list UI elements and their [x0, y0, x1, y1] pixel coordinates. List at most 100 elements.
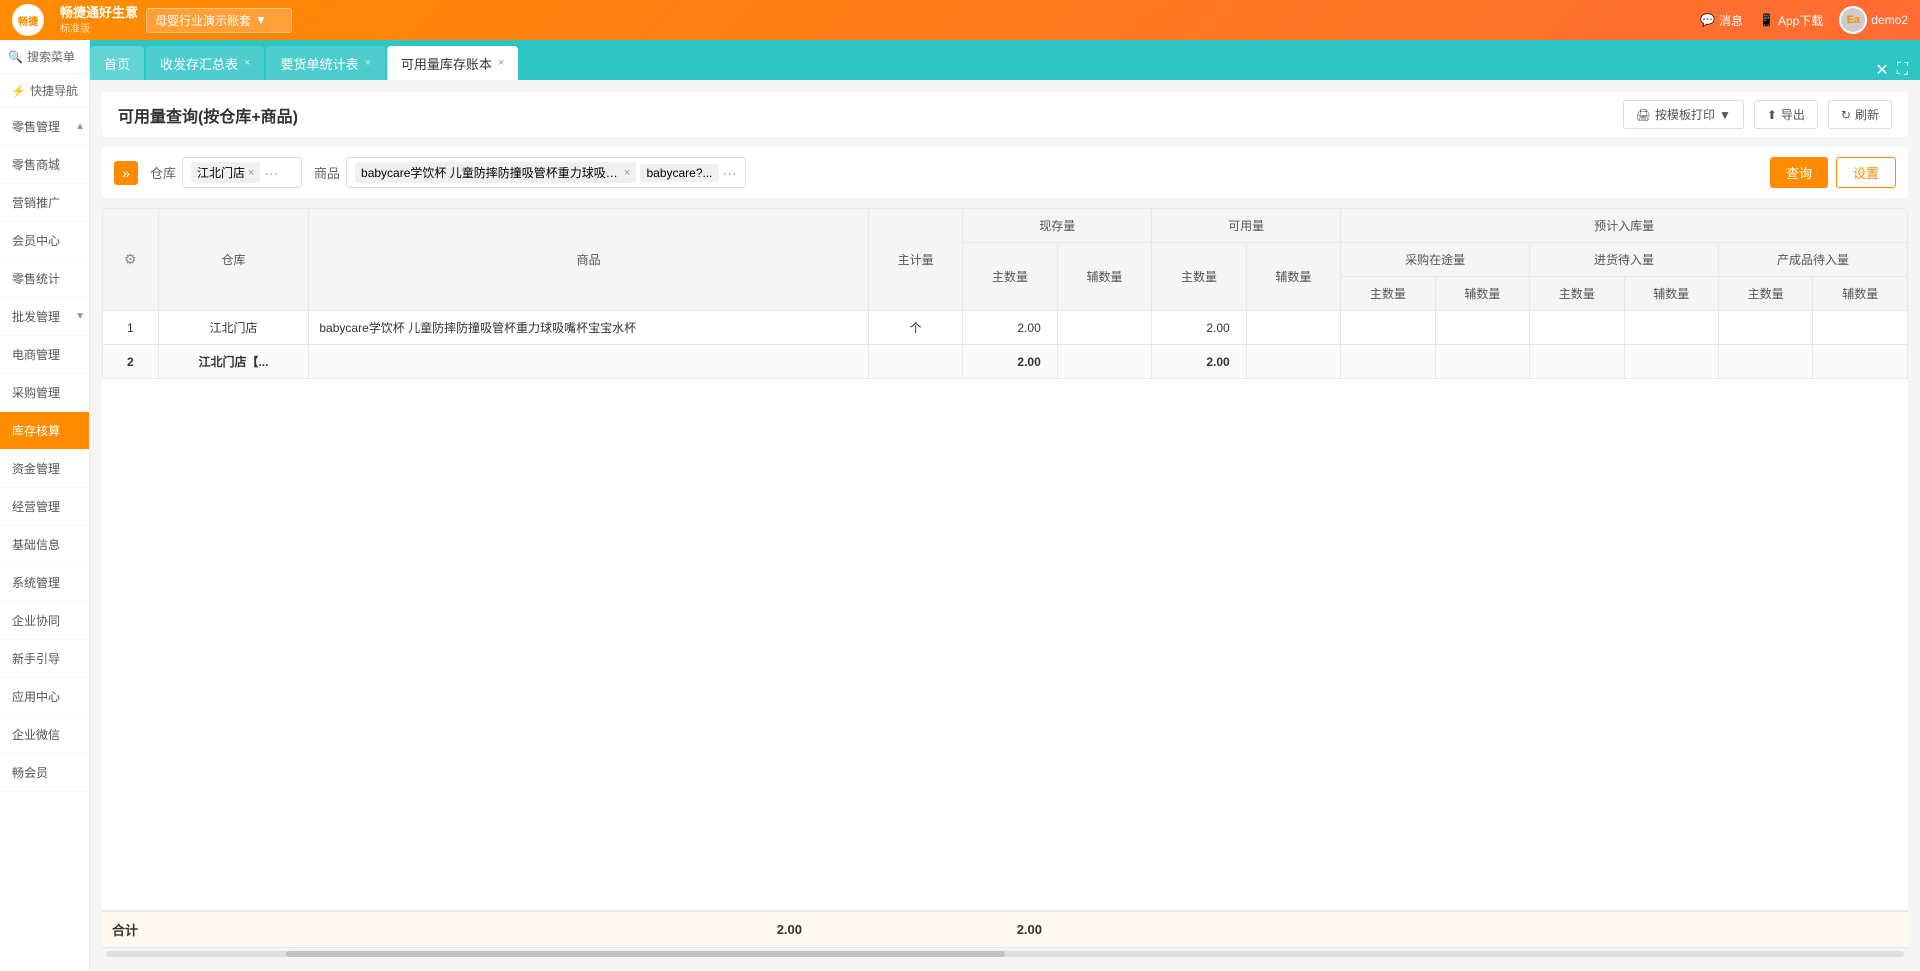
tab-close-all-icon[interactable]: ✕: [1875, 60, 1888, 80]
sidebar-item-ecommerce[interactable]: 电商管理: [0, 336, 89, 374]
th-product: 商品: [309, 209, 869, 311]
cell-incoming-aux: [1624, 311, 1718, 345]
message-icon: 💬: [1700, 13, 1715, 27]
chevron-icon: ▼: [75, 311, 85, 322]
more-icon[interactable]: ···: [723, 165, 737, 181]
printer-icon: 🖨: [1636, 108, 1651, 122]
settings-label: 设置: [1853, 166, 1879, 181]
sidebar-item-app-center[interactable]: 应用中心: [0, 678, 89, 716]
product-remove-icon-1[interactable]: ×: [624, 167, 630, 179]
header-right: 💬 消息 📱 App下载 Ea demo2: [1700, 6, 1908, 34]
sidebar-item-inventory[interactable]: 库存核算: [0, 412, 89, 450]
user-action[interactable]: Ea demo2: [1839, 6, 1908, 34]
sidebar-item-member[interactable]: 会员中心: [0, 222, 89, 260]
warehouse-remove-icon[interactable]: ×: [248, 167, 254, 179]
sidebar-item-retail-stats[interactable]: 零售统计: [0, 260, 89, 298]
logo-texts: 畅捷通好生意 标准版: [60, 5, 138, 36]
cell-available-aux: [1246, 345, 1340, 379]
sidebar-item-enterprise[interactable]: 企业协同: [0, 602, 89, 640]
sidebar-item-wechat[interactable]: 企业微信: [0, 716, 89, 754]
message-action[interactable]: 💬 消息: [1700, 12, 1743, 29]
tab-close-icon[interactable]: ×: [244, 57, 250, 69]
cell-main-unit: 个: [868, 311, 962, 345]
th-warehouse: 仓库: [158, 209, 309, 311]
cell-warehouse: 江北门店: [158, 311, 309, 345]
settings-button[interactable]: 设置: [1836, 157, 1896, 188]
sidebar-item-operations[interactable]: 经营管理: [0, 488, 89, 526]
sidebar-quick-nav[interactable]: ⚡ 快捷导航: [0, 74, 89, 108]
search-icon: 🔍: [8, 50, 23, 64]
sidebar-item-label: 批发管理: [4, 308, 75, 325]
tab-keyongliang[interactable]: 可用量库存账本 ×: [387, 46, 518, 80]
main-wrapper: 🔍 搜索菜单 ⚡ 快捷导航 零售管理 ▲ 零售商城 营销推广 会员中心 零售统计…: [0, 40, 1920, 971]
footer-current-stock-main: 2.00: [698, 922, 818, 937]
sidebar-item-wholesale-mgmt[interactable]: 批发管理 ▼: [0, 298, 89, 336]
sidebar-item-label: 电商管理: [4, 346, 85, 363]
search-label: 搜索菜单: [27, 48, 75, 65]
page-body: 可用量查询(按仓库+商品) 🖨 按模板打印 ▼ ⬆ 导出 ↻ 刷新: [90, 80, 1920, 971]
industry-selector[interactable]: 母婴行业演示账套 ▼: [146, 8, 292, 33]
page-title-bar: 可用量查询(按仓库+商品) 🖨 按模板打印 ▼ ⬆ 导出 ↻ 刷新: [102, 92, 1908, 137]
tab-maximize-icon[interactable]: ⛶: [1897, 61, 1908, 79]
cell-incoming-aux: [1624, 345, 1718, 379]
sidebar-search[interactable]: 🔍 搜索菜单: [0, 40, 89, 74]
product-tag-2: babycare?...: [640, 164, 718, 182]
scrollbar-track[interactable]: [106, 951, 1904, 957]
cell-main-unit: [868, 345, 962, 379]
export-icon: ⬆: [1767, 108, 1777, 122]
sidebar-item-basic-info[interactable]: 基础信息: [0, 526, 89, 564]
th-settings[interactable]: ⚙: [103, 209, 159, 311]
refresh-icon: ↻: [1841, 108, 1851, 122]
sidebar-item-label: 零售统计: [4, 270, 85, 287]
sidebar-item-label: 企业协同: [4, 612, 85, 629]
template-print-button[interactable]: 🖨 按模板打印 ▼: [1623, 100, 1744, 129]
cell-produced-main: [1718, 345, 1812, 379]
th-available-main: 主数量: [1152, 243, 1246, 311]
tab-close-icon[interactable]: ×: [364, 57, 370, 69]
th-purchase-main: 主数量: [1341, 277, 1435, 311]
footer-label: 合计: [112, 920, 192, 939]
tab-yaohuo[interactable]: 要货单统计表 ×: [266, 46, 384, 80]
th-incoming-main: 主数量: [1530, 277, 1624, 311]
tab-shoufacun[interactable]: 收发存汇总表 ×: [146, 46, 264, 80]
avatar: Ea: [1839, 6, 1867, 34]
horizontal-scrollbar[interactable]: [102, 947, 1908, 959]
sidebar-item-vip[interactable]: 畅会员: [0, 754, 89, 792]
warehouse-input[interactable]: 江北门店 × ···: [182, 157, 302, 188]
sidebar-item-label: 库存核算: [4, 422, 85, 439]
table-scroll[interactable]: ⚙ 仓库 商品 主计量: [102, 208, 1908, 910]
cell-purchase-main: [1341, 311, 1435, 345]
th-purchase-transit-group: 采购在途量: [1341, 243, 1530, 277]
expand-button[interactable]: »: [114, 161, 138, 185]
sidebar: 🔍 搜索菜单 ⚡ 快捷导航 零售管理 ▲ 零售商城 营销推广 会员中心 零售统计…: [0, 40, 90, 971]
sidebar-item-retail-store[interactable]: 零售商城: [0, 146, 89, 184]
tab-close-icon[interactable]: ×: [498, 57, 504, 69]
refresh-button[interactable]: ↻ 刷新: [1828, 100, 1892, 129]
tab-home[interactable]: 首页: [90, 46, 144, 80]
product-input[interactable]: babycare学饮杯 儿童防摔防撞吸管杯重力球吸嘴杯宝宝水杯 × babyca…: [346, 157, 745, 188]
query-button[interactable]: 查询: [1770, 157, 1828, 188]
settings-icon[interactable]: ⚙: [124, 251, 137, 267]
more-icon[interactable]: ···: [264, 165, 278, 181]
logo: 畅捷: [12, 4, 44, 36]
app-download-label: App下载: [1778, 12, 1823, 29]
export-button[interactable]: ⬆ 导出: [1754, 100, 1818, 129]
cell-product: babycare学饮杯 儿童防摔防撞吸管杯重力球吸嘴杯宝宝水杯: [309, 311, 869, 345]
filter-section: » 仓库 江北门店 × ··· 商品: [102, 147, 1908, 198]
sidebar-item-finance[interactable]: 资金管理: [0, 450, 89, 488]
sidebar-item-retail-mgmt[interactable]: 零售管理 ▲: [0, 108, 89, 146]
tab-bar: 首页 收发存汇总表 × 要货单统计表 × 可用量库存账本 × ✕ ⛶: [90, 40, 1920, 80]
cell-incoming-main: [1530, 311, 1624, 345]
cell-produced-aux: [1813, 345, 1908, 379]
sidebar-item-label: 基础信息: [4, 536, 85, 553]
sidebar-item-marketing[interactable]: 营销推广: [0, 184, 89, 222]
th-current-aux: 辅数量: [1057, 243, 1151, 311]
scrollbar-thumb[interactable]: [286, 951, 1005, 957]
product-col-label: 商品: [577, 253, 601, 267]
product-label: 商品: [314, 163, 340, 182]
app-download-action[interactable]: 📱 App下载: [1759, 12, 1823, 29]
sidebar-item-newbie[interactable]: 新手引导: [0, 640, 89, 678]
sidebar-item-label: 应用中心: [4, 688, 85, 705]
sidebar-item-purchase[interactable]: 采购管理: [0, 374, 89, 412]
sidebar-item-system[interactable]: 系统管理: [0, 564, 89, 602]
